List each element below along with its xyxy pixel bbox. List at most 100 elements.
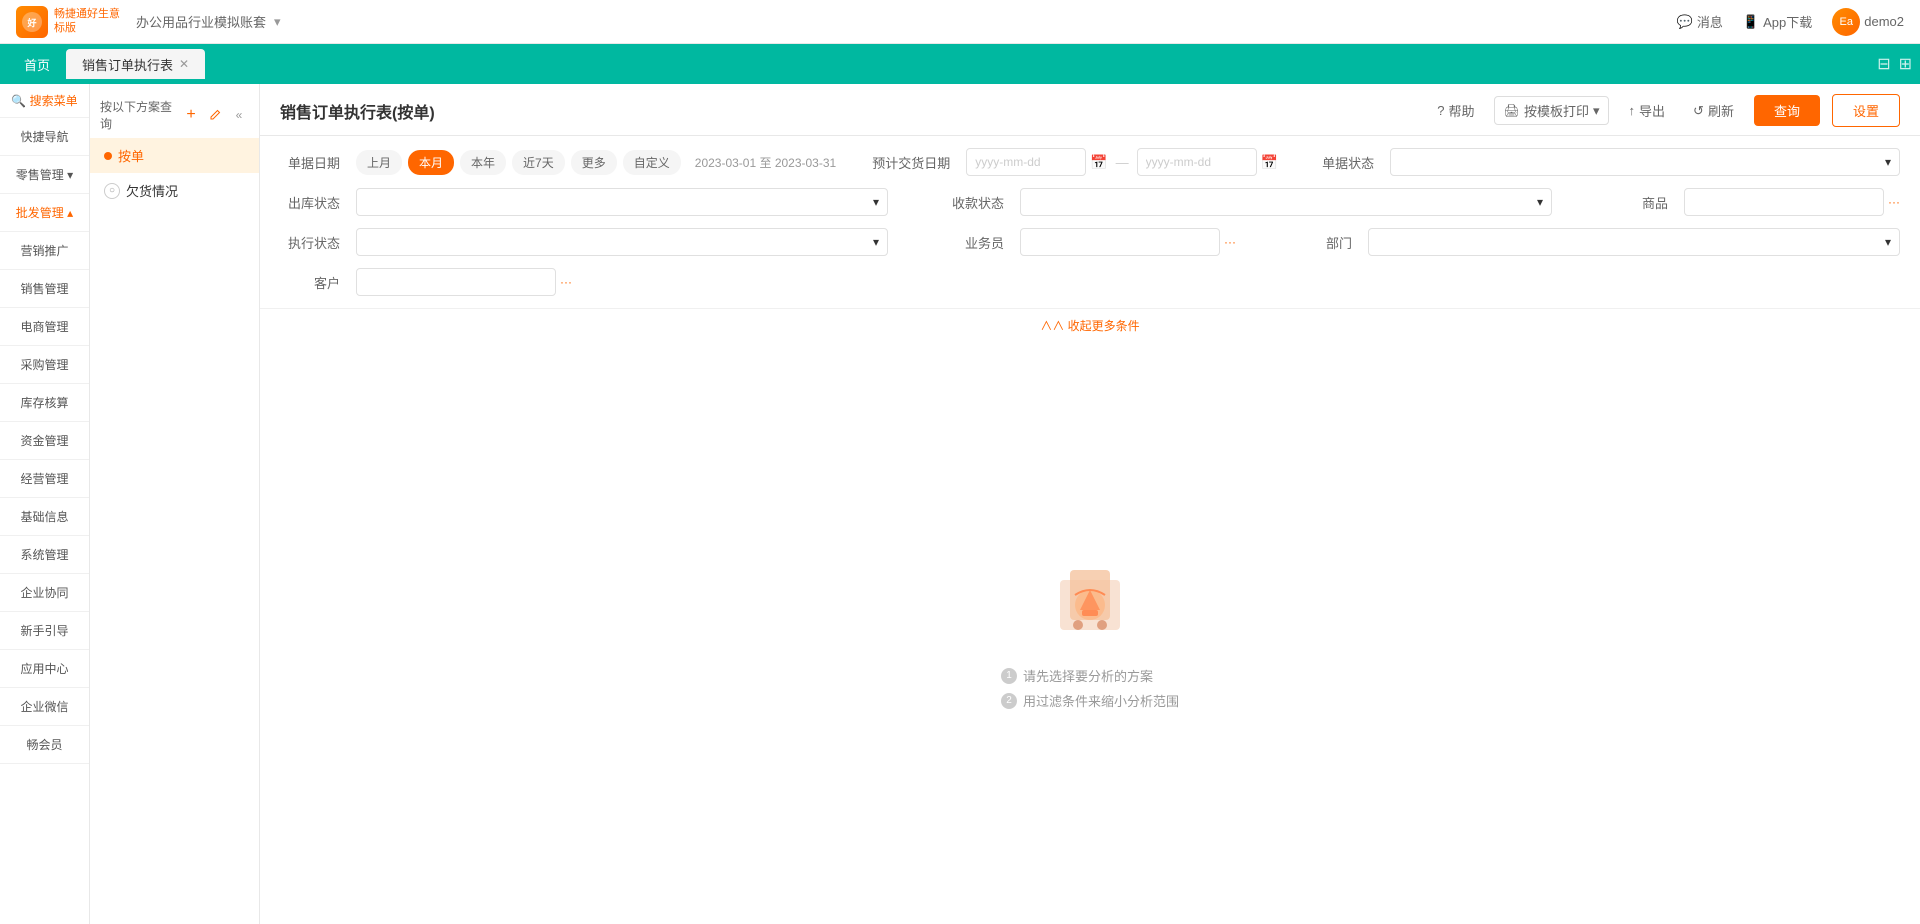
tab-close-icon[interactable]: ✕ [179,57,189,71]
page-title: 销售订单执行表(按单) [280,99,435,123]
wholesale-arrow-icon: ▴ [67,206,73,220]
header-left: 好 畅捷通好生意 标版 办公用品行业模拟账套 ▾ [16,6,281,38]
calendar-start-icon[interactable]: 📅 [1090,154,1107,171]
settings-button[interactable]: 设置 [1832,94,1900,127]
goods-input[interactable] [1684,188,1884,216]
sidebar-item-retail[interactable]: 零售管理 ▾ [0,156,89,194]
tab-sales-order-label: 销售订单执行表 [82,55,173,74]
user-name: demo2 [1864,14,1904,29]
sidebar-item-wholesale[interactable]: 批发管理 ▴ [0,194,89,232]
customer-label: 客户 [280,273,340,292]
logo-area: 好 畅捷通好生意 标版 [16,6,120,38]
export-icon: ↑ [1629,103,1636,118]
print-label: 按模板打印 [1524,101,1589,120]
date-btn-current-year[interactable]: 本年 [460,150,506,175]
tab-home[interactable]: 首页 [8,49,66,79]
department-dropdown-icon: ▾ [1885,235,1891,249]
delivery-status-select[interactable]: ▾ [356,188,888,216]
logo-icon: 好 [16,6,48,38]
page-header-actions: ? 帮助 🖨 按模板打印 ▾ ↑ 导出 ↺ [1429,94,1900,127]
left-panel-actions: + « [181,105,249,125]
empty-illustration [1040,550,1140,650]
salesperson-label: 业务员 [944,233,1004,252]
sidebar-item-member[interactable]: 畅会员 [0,726,89,764]
message-action[interactable]: 💬 消息 [1677,12,1723,31]
tip-num-1: 1 [1001,668,1017,684]
salesperson-input[interactable] [1020,228,1220,256]
help-button[interactable]: ? 帮助 [1429,97,1482,124]
message-label: 消息 [1697,12,1723,31]
app-download-label: App下载 [1763,12,1812,31]
date-btn-last7days[interactable]: 近7天 [512,150,565,175]
date-range-text: 2023-03-01 至 2023-03-31 [695,154,836,171]
exec-dropdown-icon: ▾ [873,235,879,249]
scheme-item-press[interactable]: 按单 [90,138,259,173]
sidebar-wholesale-label: 批发管理 [16,206,64,220]
sidebar-finance-label: 资金管理 [20,434,68,448]
date-btn-custom[interactable]: 自定义 [623,150,681,175]
export-button[interactable]: ↑ 导出 [1621,97,1674,124]
logo-text: 畅捷通好生意 标版 [54,8,120,34]
tab-minimize-icon[interactable]: ⊟ [1877,54,1890,74]
sidebar-item-appstore[interactable]: 应用中心 [0,650,89,688]
sidebar-item-sales[interactable]: 销售管理 [0,270,89,308]
calendar-end-icon[interactable]: 📅 [1261,154,1278,171]
tab-sales-order[interactable]: 销售订单执行表 ✕ [66,49,205,79]
content-area: 按以下方案查询 + « 按单 ○ 欠货情况 [90,84,1920,924]
sidebar-system-label: 系统管理 [20,548,68,562]
date-start-input[interactable] [966,148,1086,176]
delivery-status-label: 出库状态 [280,193,340,212]
exec-status-label: 执行状态 [280,233,340,252]
payment-dropdown-icon: ▾ [1537,195,1543,209]
print-button[interactable]: 🖨 按模板打印 ▾ [1494,96,1608,125]
sidebar-item-wechat[interactable]: 企业微信 [0,688,89,726]
delivery-dropdown-icon: ▾ [873,195,879,209]
search-button[interactable]: 查询 [1754,95,1820,126]
page-header: 销售订单执行表(按单) ? 帮助 🖨 按模板打印 ▾ ↑ [260,84,1920,136]
customer-more-button[interactable]: ··· [560,275,572,289]
sidebar-item-base[interactable]: 基础信息 [0,498,89,536]
date-end-input[interactable] [1137,148,1257,176]
sidebar-item-purchase[interactable]: 采购管理 [0,346,89,384]
order-status-select[interactable]: ▾ [1390,148,1900,176]
add-scheme-button[interactable]: + [181,105,201,125]
sidebar-item-corp[interactable]: 企业协同 [0,574,89,612]
sidebar-item-operation[interactable]: 经营管理 [0,460,89,498]
date-btn-last-month[interactable]: 上月 [356,150,402,175]
sidebar-search[interactable]: 🔍 搜索菜单 [0,84,89,118]
sidebar-item-quick-nav[interactable]: 快捷导航 [0,118,89,156]
print-icon: 🖨 [1503,103,1520,119]
retail-arrow-icon: ▾ [67,168,73,182]
sidebar-item-system[interactable]: 系统管理 [0,536,89,574]
page-title-row: 销售订单执行表(按单) ? 帮助 🖨 按模板打印 ▾ ↑ [280,94,1900,127]
sidebar-item-ecommerce[interactable]: 电商管理 [0,308,89,346]
sidebar-item-inventory[interactable]: 库存核算 [0,384,89,422]
sidebar-item-marketing[interactable]: 营销推广 [0,232,89,270]
sidebar-item-finance[interactable]: 资金管理 [0,422,89,460]
breadcrumb-dropdown-icon[interactable]: ▾ [274,14,281,30]
sidebar-item-newbie[interactable]: 新手引导 [0,612,89,650]
empty-tips: 1 请先选择要分析的方案 2 用过滤条件来缩小分析范围 [1001,666,1179,716]
goods-more-button[interactable]: ··· [1888,195,1900,209]
department-select[interactable]: ▾ [1368,228,1900,256]
salesperson-more-button[interactable]: ··· [1224,235,1236,249]
collapse-panel-button[interactable]: « [229,105,249,125]
date-btn-more[interactable]: 更多 [571,150,617,175]
sidebar-corp-label: 企业协同 [20,586,68,600]
customer-input[interactable] [356,268,556,296]
app-download-icon: 📱 [1743,14,1759,30]
exec-status-select[interactable]: ▾ [356,228,888,256]
date-separator: — [1112,155,1133,170]
edit-scheme-button[interactable] [205,105,225,125]
date-btn-current-month[interactable]: 本月 [408,150,454,175]
sidebar-member-label: 畅会员 [26,738,62,752]
tab-maximize-icon[interactable]: ⊞ [1899,54,1912,74]
app-download-action[interactable]: 📱 App下载 [1743,12,1812,31]
refresh-button[interactable]: ↺ 刷新 [1685,97,1742,124]
payment-status-select[interactable]: ▾ [1020,188,1552,216]
scheme-item-credit[interactable]: ○ 欠货情况 [90,173,259,208]
collapse-bar[interactable]: ∧∧ 收起更多条件 [260,308,1920,342]
sidebar-base-label: 基础信息 [20,510,68,524]
user-action[interactable]: Ea demo2 [1832,8,1904,36]
date-filter-group: 上月 本月 本年 近7天 更多 自定义 2023-03-01 至 2023-03… [356,150,836,175]
